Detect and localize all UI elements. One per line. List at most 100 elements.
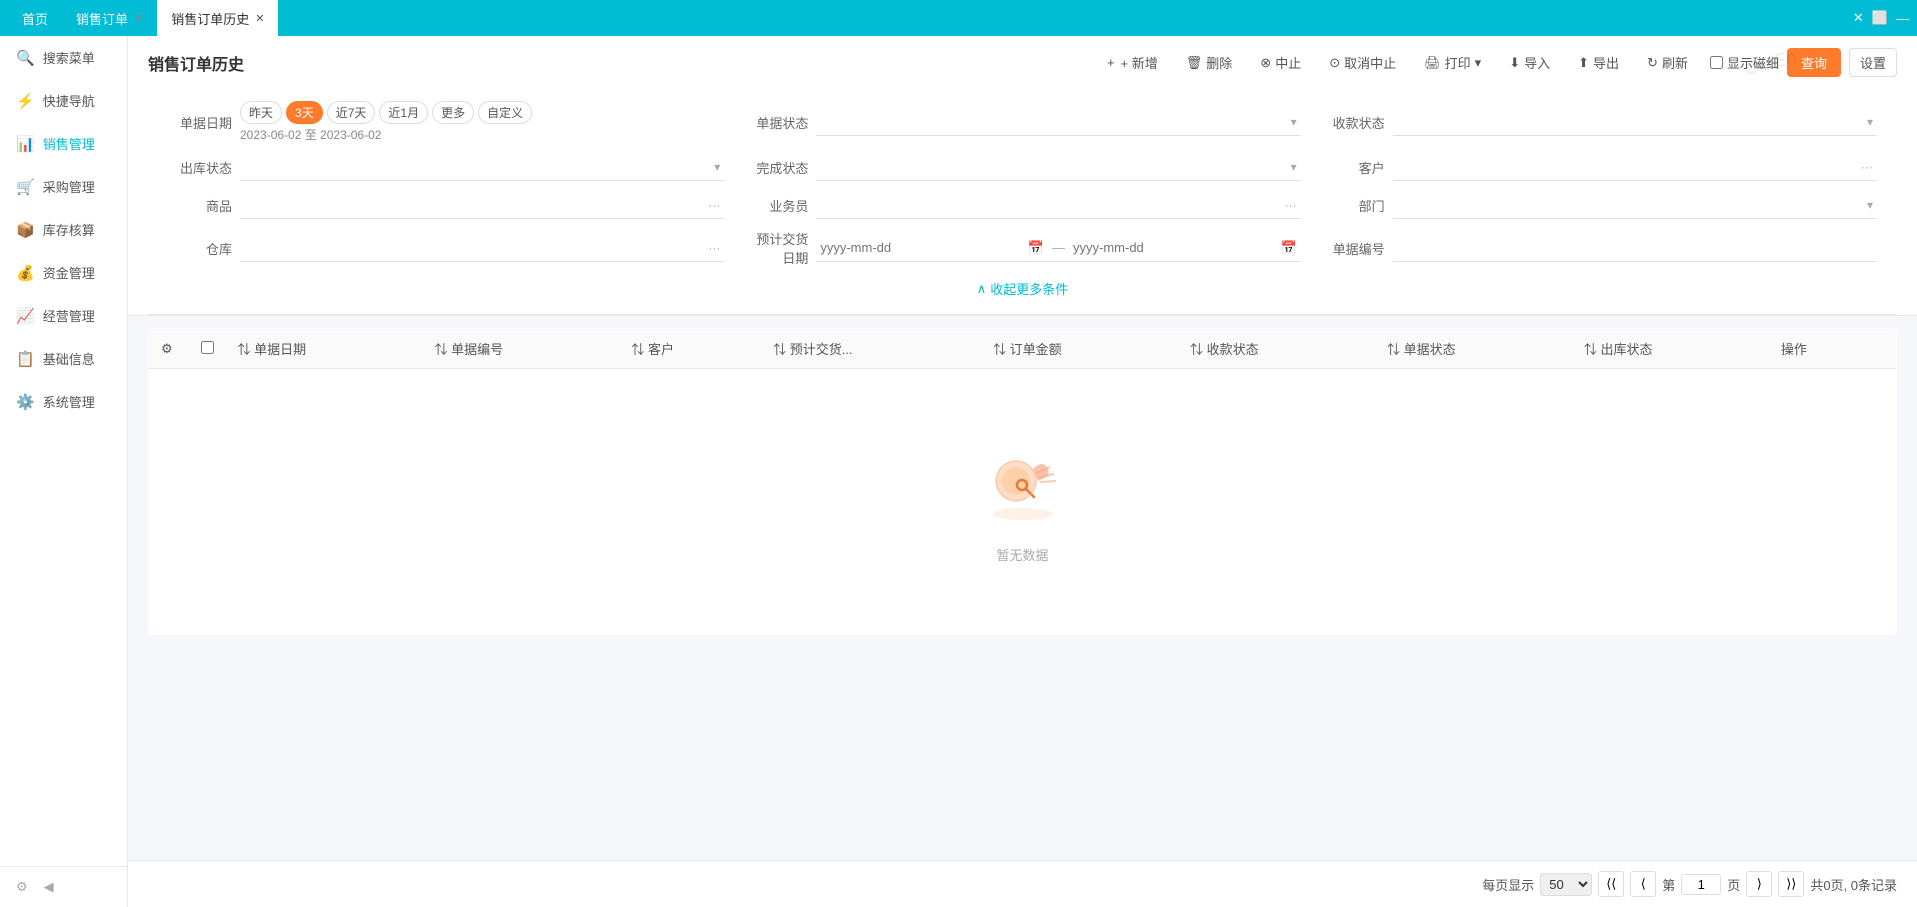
delivery-date-end[interactable] xyxy=(1073,240,1276,255)
table-body: 暂无数据 xyxy=(149,369,1897,635)
sidebar-item-purchase-mgmt[interactable]: 🛒 采购管理 xyxy=(0,165,127,208)
date-btn-today[interactable]: 昨天 xyxy=(240,101,282,124)
empty-row: 暂无数据 xyxy=(149,369,1897,635)
bill-status-input[interactable]: ▾ xyxy=(816,108,1300,136)
stop-button[interactable]: ⊗ 中止 xyxy=(1250,49,1311,76)
display-cols-checkbox[interactable] xyxy=(1710,56,1723,69)
empty-state: 暂无数据 xyxy=(161,379,1884,624)
tab-sales-order[interactable]: 销售订单 ✕ xyxy=(62,0,157,36)
tab-sales-order-history[interactable]: 销售订单历史 ✕ xyxy=(157,0,278,36)
delivery-date-input[interactable]: 📅 — 📅 xyxy=(816,234,1300,262)
outbound-label: 出库状态 xyxy=(168,158,240,177)
export-button[interactable]: ⬆ 导出 xyxy=(1568,49,1629,76)
settings-label: 设置 xyxy=(1860,53,1886,72)
sidebar-collapse-icon[interactable]: ◀ xyxy=(44,879,54,895)
settings-button[interactable]: 设置 xyxy=(1849,48,1897,77)
delivery-date-start[interactable] xyxy=(820,240,1023,255)
dept-input[interactable]: ▾ xyxy=(1393,191,1877,219)
page-number-input[interactable] xyxy=(1681,874,1721,895)
date-btn-3days[interactable]: 3天 xyxy=(286,101,323,124)
th-outbound-status-label: ⇅ 出库状态 xyxy=(1584,342,1653,357)
sidebar-item-inventory-label: 库存核算 xyxy=(43,220,95,239)
topbar-minimize-icon[interactable]: — xyxy=(1896,11,1909,26)
topbar-close-icon[interactable]: ✕ xyxy=(1853,10,1864,26)
tab-sales-order-history-label: 销售订单历史 xyxy=(171,9,249,28)
th-customer[interactable]: ⇅ 客户 xyxy=(619,329,761,369)
add-button[interactable]: + + 新增 xyxy=(1097,49,1168,76)
collapse-conditions[interactable]: ∧ 收起更多条件 xyxy=(168,273,1877,302)
outbound-field[interactable] xyxy=(244,159,714,174)
table-area: ⚙ ⇅ 单据日期 ⇅ 单据编号 ⇅ 客户 ⇅ 预计交货... xyxy=(128,316,1917,860)
refresh-button[interactable]: ↻ 刷新 xyxy=(1637,49,1698,76)
salesperson-input[interactable]: ··· xyxy=(816,191,1300,219)
salesperson-field[interactable] xyxy=(820,197,1284,212)
th-est-delivery[interactable]: ⇅ 预计交货... xyxy=(761,329,981,369)
sidebar-item-operations[interactable]: 📈 经营管理 xyxy=(0,294,127,337)
th-bill-no[interactable]: ⇅ 单据编号 xyxy=(422,329,619,369)
import-button[interactable]: ⬇ 导入 xyxy=(1499,49,1560,76)
goods-input[interactable]: ··· xyxy=(240,191,724,219)
print-button[interactable]: 🖨 打印 ▾ xyxy=(1414,49,1491,76)
last-page-button[interactable]: ⟩⟩ xyxy=(1778,871,1804,897)
main-layout: 🔍 搜索菜单 ⚡ 快捷导航 📊 销售管理 🛒 采购管理 📦 库存核算 💰 资金管… xyxy=(0,36,1917,907)
pagination: 每页显示 50 10 20 100 ⟨⟨ ⟨ 第 页 ⟩ ⟩⟩ 共0页, 0条记… xyxy=(1482,871,1897,897)
tab-sales-order-close[interactable]: ✕ xyxy=(134,12,143,25)
next-page-button[interactable]: ⟩ xyxy=(1746,871,1772,897)
calendar-start-icon[interactable]: 📅 xyxy=(1028,240,1044,256)
dept-field[interactable] xyxy=(1397,197,1867,212)
sidebar-item-inventory[interactable]: 📦 库存核算 xyxy=(0,208,127,251)
sidebar-item-base-info[interactable]: 📋 基础信息 xyxy=(0,337,127,380)
tab-sales-order-history-close[interactable]: ✕ xyxy=(255,12,264,25)
date-btn-custom[interactable]: 自定义 xyxy=(478,101,532,124)
th-order-amount[interactable]: ⇅ 订单金额 xyxy=(981,329,1178,369)
print-icon: 🖨 xyxy=(1424,55,1441,71)
select-all-checkbox[interactable] xyxy=(201,341,214,354)
th-payment-status[interactable]: ⇅ 收款状态 xyxy=(1178,329,1375,369)
completion-field[interactable] xyxy=(820,159,1290,174)
display-toggle[interactable]: 显示磁细 xyxy=(1710,53,1779,72)
first-page-button[interactable]: ⟨⟨ xyxy=(1598,871,1624,897)
sidebar-item-sales-mgmt[interactable]: 📊 销售管理 xyxy=(0,122,127,165)
table-header: ⚙ ⇅ 单据日期 ⇅ 单据编号 ⇅ 客户 ⇅ 预计交货... xyxy=(149,329,1897,369)
warehouse-input[interactable]: ··· xyxy=(240,234,724,262)
goods-field[interactable] xyxy=(244,197,708,212)
completion-input[interactable]: ▾ xyxy=(816,153,1300,181)
calendar-end-icon[interactable]: 📅 xyxy=(1280,240,1296,256)
date-btn-1month[interactable]: 近1月 xyxy=(379,101,428,124)
delete-label: 删除 xyxy=(1206,53,1232,72)
th-order-amount-label: ⇅ 订单金额 xyxy=(993,342,1062,357)
query-button[interactable]: 查询 xyxy=(1787,48,1841,77)
bill-status-field[interactable] xyxy=(820,114,1290,129)
sidebar-item-finance[interactable]: 💰 资金管理 xyxy=(0,251,127,294)
th-bill-date[interactable]: ⇅ 单据日期 xyxy=(226,329,423,369)
sidebar-settings-icon[interactable]: ⚙ xyxy=(16,879,28,895)
warehouse-field[interactable] xyxy=(244,240,708,255)
sidebar-item-sys-mgmt[interactable]: ⚙️ 系统管理 xyxy=(0,380,127,423)
empty-cell: 暂无数据 xyxy=(149,369,1897,635)
date-btn-7days[interactable]: 近7天 xyxy=(327,101,376,124)
topbar-restore-icon[interactable]: ⬜ xyxy=(1872,10,1888,26)
payment-status-input[interactable]: ▾ xyxy=(1393,108,1877,136)
th-outbound-status[interactable]: ⇅ 出库状态 xyxy=(1572,329,1769,369)
empty-illustration xyxy=(978,439,1068,529)
date-btn-more[interactable]: 更多 xyxy=(432,101,474,124)
base-info-icon: 📋 xyxy=(16,350,35,368)
customer-field[interactable] xyxy=(1397,159,1861,174)
th-check[interactable] xyxy=(189,329,226,369)
sidebar-item-search-menu[interactable]: 🔍 搜索菜单 xyxy=(0,36,127,79)
stop-label: 中止 xyxy=(1275,53,1301,72)
payment-status-field[interactable] xyxy=(1397,114,1867,129)
tab-home[interactable]: 首页 xyxy=(8,0,62,36)
customer-input[interactable]: ··· xyxy=(1393,153,1877,181)
bill-no-field[interactable] xyxy=(1397,240,1873,255)
bill-no-input[interactable] xyxy=(1393,234,1877,262)
sys-mgmt-icon: ⚙️ xyxy=(16,393,35,411)
delete-button[interactable]: 🗑 删除 xyxy=(1176,49,1243,76)
th-bill-status[interactable]: ⇅ 单据状态 xyxy=(1375,329,1572,369)
cancel-stop-button[interactable]: ⊙ 取消中止 xyxy=(1319,49,1406,76)
sidebar-item-quick-nav[interactable]: ⚡ 快捷导航 xyxy=(0,79,127,122)
page-size-select[interactable]: 50 10 20 100 xyxy=(1540,873,1592,896)
outbound-input[interactable]: ▾ xyxy=(240,153,724,181)
prev-page-button[interactable]: ⟨ xyxy=(1630,871,1656,897)
th-settings[interactable]: ⚙ xyxy=(149,329,189,369)
